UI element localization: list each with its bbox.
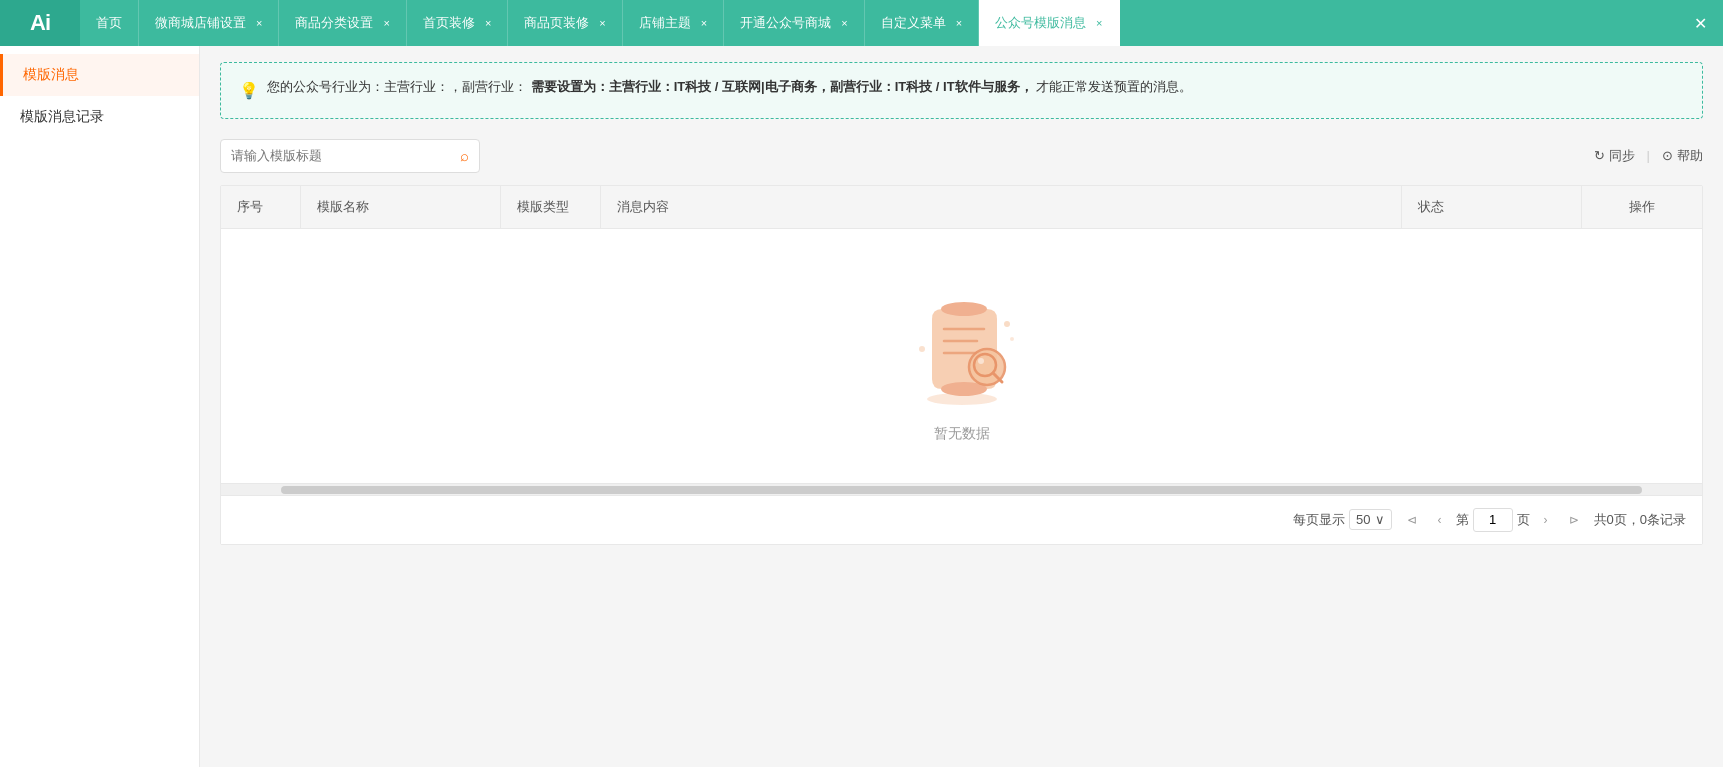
- col-header-type: 模版类型: [501, 186, 601, 228]
- nav-tab-home-decor[interactable]: 首页装修×: [407, 0, 508, 46]
- close-tab-icon-home-decor[interactable]: ×: [485, 17, 491, 29]
- scrollbar-track[interactable]: [281, 486, 1642, 494]
- close-tab-icon-custom-menu[interactable]: ×: [956, 17, 962, 29]
- per-page-value: 50: [1356, 512, 1370, 527]
- nav-tab-home[interactable]: 首页: [80, 0, 139, 46]
- close-all-button[interactable]: ✕: [1678, 0, 1723, 46]
- svg-point-1: [941, 302, 987, 316]
- chevron-down-icon: ∨: [1375, 512, 1385, 527]
- alert-box: 💡 您的公众号行业为：主营行业：，副营行业： 需要设置为：主营行业：IT科技 /…: [220, 62, 1703, 119]
- close-tab-icon-product-decor[interactable]: ×: [599, 17, 605, 29]
- top-nav: Ai 首页微商城店铺设置×商品分类设置×首页装修×商品页装修×店铺主题×开通公众…: [0, 0, 1723, 46]
- horizontal-scrollbar[interactable]: [221, 483, 1702, 495]
- alert-highlight: 需要设置为：主营行业：IT科技 / 互联网|电子商务，副营行业：IT科技 / I…: [531, 79, 1033, 94]
- per-page-select[interactable]: 50 ∨: [1349, 509, 1391, 530]
- search-input-wrap[interactable]: ⌕: [220, 139, 480, 173]
- sync-label: 同步: [1609, 147, 1635, 165]
- nav-tab-open-mall[interactable]: 开通公众号商城×: [724, 0, 864, 46]
- nav-tab-template-msg[interactable]: 公众号模版消息×: [979, 0, 1119, 46]
- nav-tab-shop-theme[interactable]: 店铺主题×: [623, 0, 724, 46]
- main-content: 💡 您的公众号行业为：主营行业：，副营行业： 需要设置为：主营行业：IT科技 /…: [200, 46, 1723, 767]
- top-right-actions: ↻ 同步 | ⊙ 帮助: [1594, 147, 1703, 165]
- close-tab-icon-shop-settings[interactable]: ×: [256, 17, 262, 29]
- close-tab-icon-shop-theme[interactable]: ×: [701, 17, 707, 29]
- first-page-button[interactable]: ⊲: [1400, 508, 1424, 532]
- sidebar: 模版消息模版消息记录: [0, 46, 200, 767]
- nav-tab-product-decor[interactable]: 商品页装修×: [508, 0, 622, 46]
- help-button[interactable]: ⊙ 帮助: [1662, 147, 1703, 165]
- table-header: 序号 模版名称 模版类型 消息内容 状态 操作: [221, 186, 1702, 229]
- close-tab-icon-category-settings[interactable]: ×: [383, 17, 389, 29]
- page-label: 第: [1456, 511, 1469, 529]
- nav-tab-shop-settings[interactable]: 微商城店铺设置×: [139, 0, 279, 46]
- svg-point-11: [1010, 337, 1014, 341]
- table-wrap: 序号 模版名称 模版类型 消息内容 状态 操作: [220, 185, 1703, 545]
- search-button[interactable]: ⌕: [460, 147, 469, 164]
- col-header-status: 状态: [1402, 186, 1582, 228]
- help-icon: ⊙: [1662, 148, 1673, 163]
- close-tab-icon-open-mall[interactable]: ×: [841, 17, 847, 29]
- page-size-select: 每页显示 50 ∨: [1293, 509, 1391, 530]
- alert-text: 您的公众号行业为：主营行业：，副营行业： 需要设置为：主营行业：IT科技 / 互…: [267, 77, 1192, 98]
- col-header-action: 操作: [1582, 186, 1702, 228]
- last-page-button[interactable]: ⊳: [1562, 508, 1586, 532]
- empty-icon: [902, 289, 1022, 409]
- lightbulb-icon: 💡: [239, 78, 259, 104]
- svg-point-10: [1004, 321, 1010, 327]
- help-label: 帮助: [1677, 147, 1703, 165]
- next-page-button[interactable]: ›: [1534, 508, 1558, 532]
- svg-point-9: [978, 358, 984, 364]
- col-header-index: 序号: [221, 186, 301, 228]
- sidebar-items: 模版消息模版消息记录: [0, 54, 199, 138]
- sidebar-item-template-record[interactable]: 模版消息记录: [0, 96, 199, 138]
- svg-point-12: [919, 346, 925, 352]
- divider: |: [1647, 148, 1650, 163]
- close-tab-icon-template-msg[interactable]: ×: [1096, 17, 1102, 29]
- search-bar: ⌕ ↻ 同步 | ⊙ 帮助: [220, 139, 1703, 173]
- pagination: 每页显示 50 ∨ ⊲ ‹ 第 页 › ⊳ 共0页，0条记录: [221, 495, 1702, 544]
- sync-icon: ↻: [1594, 148, 1605, 163]
- page-nav: ⊲ ‹ 第 页 › ⊳: [1400, 508, 1586, 532]
- col-header-name: 模版名称: [301, 186, 501, 228]
- nav-tabs: 首页微商城店铺设置×商品分类设置×首页装修×商品页装修×店铺主题×开通公众号商城…: [80, 0, 1678, 46]
- layout: 模版消息模版消息记录 💡 您的公众号行业为：主营行业：，副营行业： 需要设置为：…: [0, 46, 1723, 767]
- col-header-content: 消息内容: [601, 186, 1402, 228]
- sync-button[interactable]: ↻ 同步: [1594, 147, 1635, 165]
- nav-tab-category-settings[interactable]: 商品分类设置×: [279, 0, 406, 46]
- page-total: 共0页，0条记录: [1594, 511, 1686, 529]
- per-page-label: 每页显示: [1293, 511, 1345, 529]
- alert-suffix: 才能正常发送预置的消息。: [1036, 79, 1192, 94]
- search-input[interactable]: [231, 148, 460, 163]
- empty-state: 暂无数据: [221, 229, 1702, 483]
- page-number-input[interactable]: [1473, 508, 1513, 532]
- alert-prefix: 您的公众号行业为：主营行业：，副营行业：: [267, 79, 527, 94]
- sidebar-item-template-message[interactable]: 模版消息: [0, 54, 199, 96]
- empty-text: 暂无数据: [934, 425, 990, 443]
- prev-page-button[interactable]: ‹: [1428, 508, 1452, 532]
- page-unit: 页: [1517, 511, 1530, 529]
- nav-tab-custom-menu[interactable]: 自定义菜单×: [865, 0, 979, 46]
- app-logo: Ai: [0, 0, 80, 46]
